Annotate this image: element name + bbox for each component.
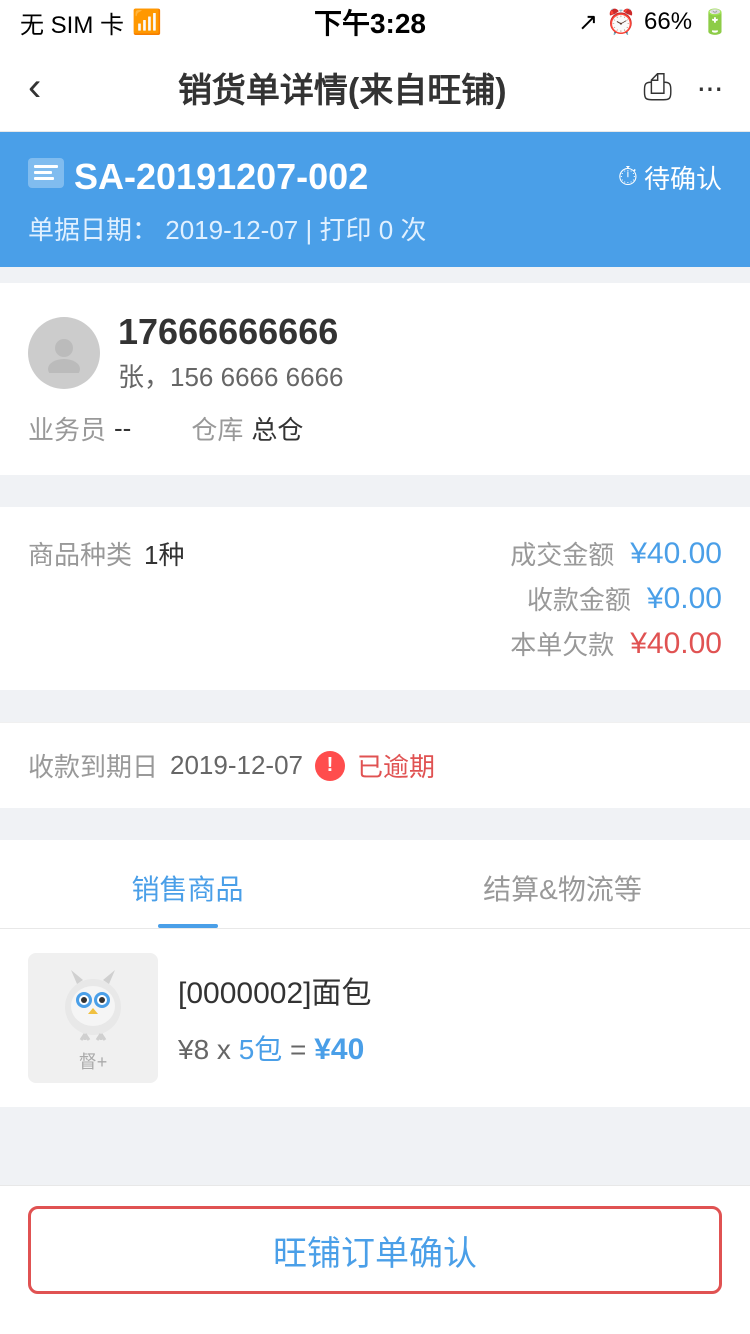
- owl-icon: 督+: [53, 962, 133, 1074]
- divider-1: [0, 475, 750, 491]
- received-label: 收款金额: [527, 580, 631, 617]
- status-left: 无 SIM 卡 📶: [20, 5, 162, 40]
- owed-label: 本单欠款: [510, 625, 614, 662]
- customer-phone: 17666666666: [118, 311, 344, 353]
- status-bar: 无 SIM 卡 📶 下午3:28 ↗ ⏰ 66% 🔋: [0, 0, 750, 44]
- order-icon: [28, 158, 64, 196]
- product-details: [0000002]面包 ¥8 x 5包 = ¥40: [178, 968, 722, 1068]
- order-date-value: 2019-12-07: [165, 215, 298, 245]
- status-clock-icon: ⏱: [618, 161, 638, 193]
- amount-summary: 成交金额 ¥40.00 收款金额 ¥0.00 本单欠款 ¥40.00: [510, 535, 722, 662]
- alarm-icon: ⏰: [606, 8, 636, 37]
- sales-value: --: [114, 413, 131, 444]
- order-id: SA-20191207-002: [28, 156, 368, 198]
- due-date-value: 2019-12-07: [170, 750, 303, 781]
- status-right: ↗ ⏰ 66% 🔋: [578, 8, 730, 37]
- product-total: ¥40: [314, 1033, 364, 1066]
- summary-section: 商品种类 1种 成交金额 ¥40.00 收款金额 ¥0.00 本单欠款 ¥40.…: [0, 507, 750, 690]
- product-name: [0000002]面包: [178, 968, 722, 1012]
- product-list: 督+ [0000002]面包 ¥8 x 5包 = ¥40: [0, 929, 750, 1107]
- status-time: 下午3:28: [314, 2, 426, 42]
- due-date-label: 收款到期日: [28, 747, 158, 784]
- received-row: 收款金额 ¥0.00: [527, 580, 722, 617]
- amount-value: ¥40.00: [630, 537, 722, 571]
- amount-row: 成交金额 ¥40.00: [510, 535, 722, 572]
- location-icon: ↗: [578, 8, 598, 37]
- tab-sales-products[interactable]: 销售商品: [0, 840, 375, 928]
- tab-sales-label: 销售商品: [131, 874, 243, 905]
- back-button[interactable]: ‹: [28, 65, 41, 110]
- equals-sign: =: [282, 1034, 314, 1065]
- order-status: ⏱ 待确认: [618, 159, 722, 196]
- product-row: 督+ [0000002]面包 ¥8 x 5包 = ¥40: [28, 953, 722, 1083]
- divider-3: [0, 808, 750, 824]
- sales-item: 业务员 --: [28, 410, 131, 447]
- product-type: 商品种类 1种: [28, 535, 184, 572]
- warehouse-item: 仓库 总仓: [191, 410, 303, 447]
- product-type-value: 1种: [144, 535, 184, 572]
- overdue-alert-icon: !: [315, 751, 345, 781]
- received-value: ¥0.00: [647, 582, 722, 616]
- bottom-bar: 旺铺订单确认: [0, 1185, 750, 1334]
- more-button[interactable]: ···: [696, 69, 722, 106]
- customer-name: 张，156 6666 6666: [118, 357, 344, 394]
- print-count: 0: [379, 215, 393, 245]
- page-title: 销货单详情(来自旺铺): [178, 63, 507, 112]
- order-date-line: 单据日期： 2019-12-07 | 打印 0 次: [28, 210, 722, 247]
- share-button[interactable]: ⎙: [643, 66, 672, 109]
- product-qty: 5包: [239, 1034, 283, 1065]
- product-price: ¥8 x 5包 = ¥40: [178, 1028, 722, 1068]
- tabs-row: 销售商品 结算&物流等: [0, 840, 750, 929]
- tab-settlement[interactable]: 结算&物流等: [375, 840, 750, 928]
- status-text: 待确认: [644, 159, 722, 196]
- amount-label: 成交金额: [510, 535, 614, 572]
- tabs-section: 销售商品 结算&物流等: [0, 840, 750, 1107]
- overdue-section: 收款到期日 2019-12-07 ! 已逾期: [0, 722, 750, 808]
- sim-label: 无 SIM 卡: [20, 5, 124, 40]
- overdue-text: 已逾期: [357, 747, 435, 784]
- confirm-order-button[interactable]: 旺铺订单确认: [28, 1206, 722, 1294]
- warehouse-label: 仓库: [191, 410, 243, 447]
- wifi-icon: 📶: [132, 8, 162, 37]
- owed-row: 本单欠款 ¥40.00: [510, 625, 722, 662]
- order-id-text: SA-20191207-002: [74, 156, 368, 198]
- print-label: | 打印: [305, 215, 378, 245]
- nav-actions: ⎙ ···: [643, 66, 722, 109]
- print-suffix: 次: [400, 215, 426, 245]
- product-type-label: 商品种类: [28, 535, 132, 572]
- tab-settlement-label: 结算&物流等: [483, 874, 642, 905]
- battery-icon: 🔋: [700, 8, 730, 37]
- avatar: [28, 317, 100, 389]
- divider-2: [0, 690, 750, 706]
- owed-value: ¥40.00: [630, 627, 722, 661]
- date-label: 单据日期：: [28, 215, 158, 245]
- customer-info: 17666666666 张，156 6666 6666: [118, 311, 344, 394]
- order-header-card: SA-20191207-002 ⏱ 待确认 单据日期： 2019-12-07 |…: [0, 132, 750, 267]
- nav-bar: ‹ 销货单详情(来自旺铺) ⎙ ···: [0, 44, 750, 132]
- product-image: 督+: [28, 953, 158, 1083]
- sales-label: 业务员: [28, 410, 106, 447]
- battery-label: 66%: [644, 8, 692, 36]
- customer-section: 17666666666 张，156 6666 6666 业务员 -- 仓库 总仓: [0, 283, 750, 475]
- price-prefix: ¥8 x: [178, 1034, 239, 1065]
- customer-meta: 业务员 -- 仓库 总仓: [28, 410, 722, 447]
- warehouse-value: 总仓: [251, 410, 303, 447]
